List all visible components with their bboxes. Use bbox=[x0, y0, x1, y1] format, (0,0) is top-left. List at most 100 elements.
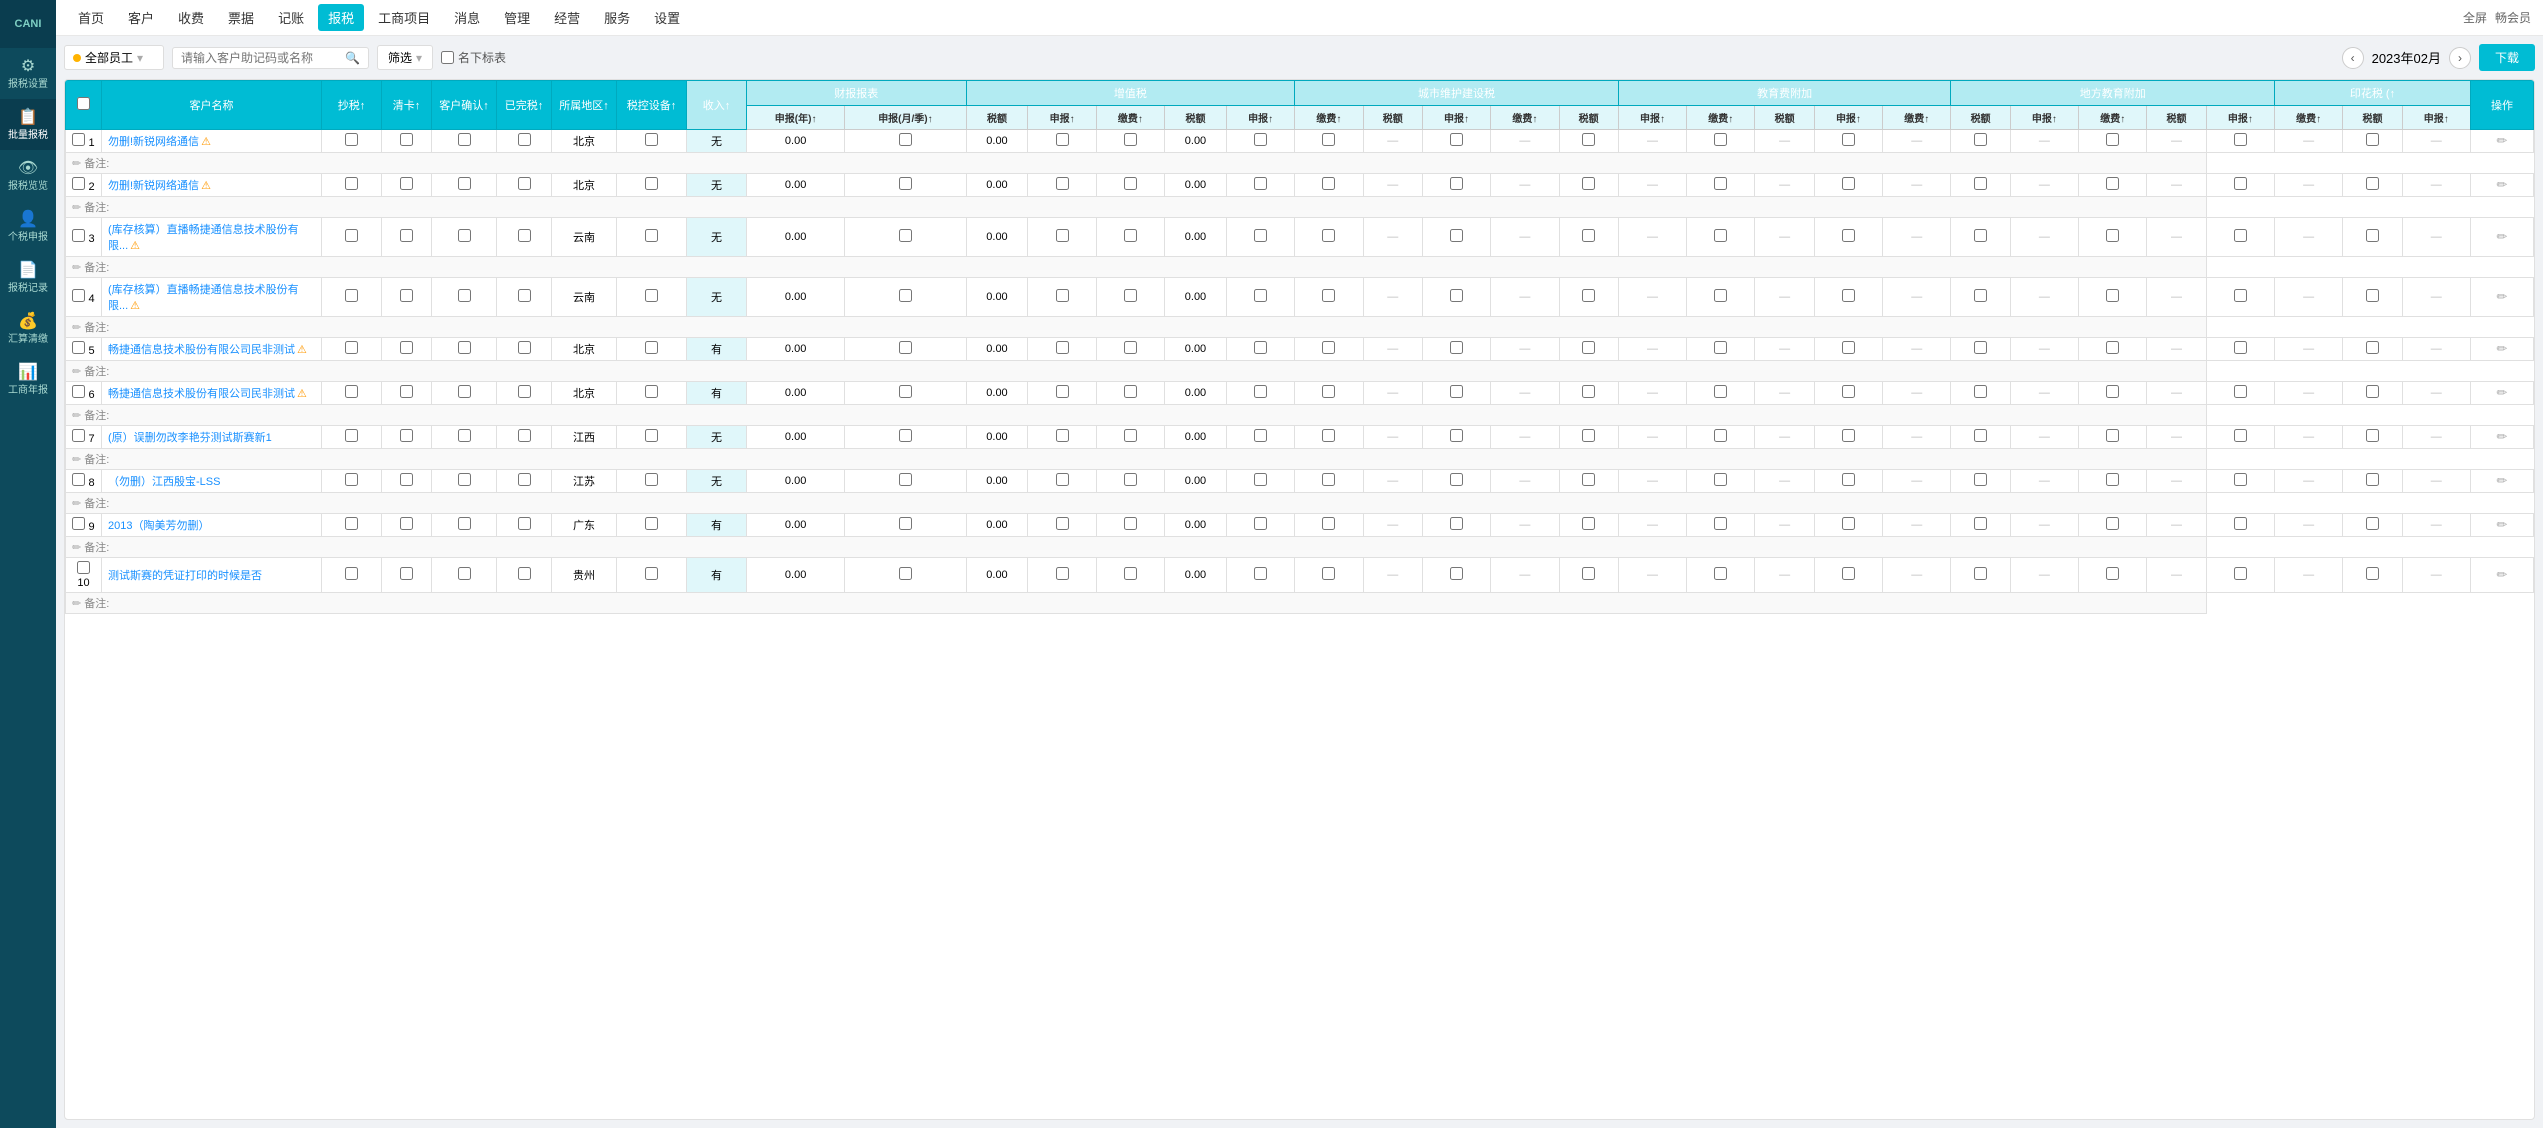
named-check-input[interactable] bbox=[441, 51, 454, 64]
nav-home[interactable]: 首页 bbox=[68, 4, 114, 31]
caiwu-checkbox[interactable] bbox=[899, 177, 912, 190]
misc-checkbox[interactable] bbox=[1450, 177, 1463, 190]
cell-checkbox[interactable] bbox=[345, 567, 358, 580]
misc-checkbox[interactable] bbox=[2366, 229, 2379, 242]
misc-checkbox[interactable] bbox=[1322, 429, 1335, 442]
nav-settings[interactable]: 设置 bbox=[644, 4, 690, 31]
cell-checkbox[interactable] bbox=[458, 473, 471, 486]
misc-checkbox[interactable] bbox=[1714, 517, 1727, 530]
cell-checkbox[interactable] bbox=[345, 341, 358, 354]
cell-checkbox[interactable] bbox=[518, 177, 531, 190]
misc-checkbox[interactable] bbox=[1450, 473, 1463, 486]
misc-checkbox[interactable] bbox=[2366, 177, 2379, 190]
row-checkbox[interactable] bbox=[72, 385, 85, 398]
zengjia-checkbox[interactable] bbox=[1254, 517, 1267, 530]
cell-checkbox[interactable] bbox=[518, 229, 531, 242]
caiwu-checkbox[interactable] bbox=[899, 341, 912, 354]
customer-name[interactable]: (库存核算）直播畅捷通信息技术股份有限...⚠ bbox=[102, 278, 322, 317]
cell-checkbox[interactable] bbox=[518, 385, 531, 398]
zengjia-checkbox[interactable] bbox=[1056, 177, 1069, 190]
caiwu-checkbox[interactable] bbox=[899, 289, 912, 302]
misc-checkbox[interactable] bbox=[1714, 289, 1727, 302]
nav-service[interactable]: 服务 bbox=[594, 4, 640, 31]
misc-checkbox[interactable] bbox=[2106, 229, 2119, 242]
misc-checkbox[interactable] bbox=[1582, 341, 1595, 354]
nav-account[interactable]: 记账 bbox=[268, 4, 314, 31]
zengjia-checkbox[interactable] bbox=[1254, 177, 1267, 190]
named-checkbox[interactable]: 名下标表 bbox=[441, 49, 506, 66]
sidebar-item-lanjie[interactable]: 👁 报税览览 bbox=[0, 150, 56, 201]
vip-btn[interactable]: 畅会员 bbox=[2495, 9, 2531, 26]
misc-checkbox[interactable] bbox=[2366, 517, 2379, 530]
row-checkbox[interactable] bbox=[72, 133, 85, 146]
zengjia-checkbox[interactable] bbox=[1254, 341, 1267, 354]
cell-checkbox[interactable] bbox=[345, 473, 358, 486]
misc-checkbox[interactable] bbox=[1322, 341, 1335, 354]
misc-checkbox[interactable] bbox=[1322, 133, 1335, 146]
cell-checkbox[interactable] bbox=[518, 341, 531, 354]
zengjia-checkbox[interactable] bbox=[1124, 229, 1137, 242]
misc-checkbox[interactable] bbox=[1322, 567, 1335, 580]
zengjia-checkbox[interactable] bbox=[1124, 289, 1137, 302]
misc-checkbox[interactable] bbox=[1974, 429, 1987, 442]
nav-tax[interactable]: 报税 bbox=[318, 4, 364, 31]
next-date-btn[interactable]: › bbox=[2449, 47, 2471, 69]
cell-checkbox[interactable] bbox=[400, 429, 413, 442]
misc-checkbox[interactable] bbox=[1974, 385, 1987, 398]
cell-checkbox[interactable] bbox=[458, 385, 471, 398]
prev-date-btn[interactable]: ‹ bbox=[2342, 47, 2364, 69]
misc-checkbox[interactable] bbox=[2366, 341, 2379, 354]
customer-name[interactable]: 勿删!新锐网络通信⚠ bbox=[102, 130, 322, 153]
misc-checkbox[interactable] bbox=[1450, 133, 1463, 146]
cell-checkbox[interactable] bbox=[458, 177, 471, 190]
edit-icon[interactable]: ✏ bbox=[2497, 341, 2508, 356]
misc-checkbox[interactable] bbox=[2234, 177, 2247, 190]
misc-checkbox[interactable] bbox=[1322, 289, 1335, 302]
sidebar-item-geshuishen[interactable]: 👤 个税申报 bbox=[0, 201, 56, 252]
sidebar-item-jilu[interactable]: 📄 报税记录 bbox=[0, 252, 56, 303]
misc-checkbox[interactable] bbox=[1974, 177, 1987, 190]
cell-checkbox[interactable] bbox=[400, 229, 413, 242]
cell-checkbox[interactable] bbox=[400, 517, 413, 530]
misc-checkbox[interactable] bbox=[1842, 341, 1855, 354]
misc-checkbox[interactable] bbox=[1582, 429, 1595, 442]
misc-checkbox[interactable] bbox=[1322, 177, 1335, 190]
misc-checkbox[interactable] bbox=[1842, 517, 1855, 530]
cell-checkbox[interactable] bbox=[518, 289, 531, 302]
taxequip-checkbox[interactable] bbox=[645, 429, 658, 442]
misc-checkbox[interactable] bbox=[2106, 517, 2119, 530]
edit-icon[interactable]: ✏ bbox=[2497, 473, 2508, 488]
misc-checkbox[interactable] bbox=[2234, 341, 2247, 354]
nav-business2[interactable]: 经营 bbox=[544, 4, 590, 31]
taxequip-checkbox[interactable] bbox=[645, 229, 658, 242]
cell-checkbox[interactable] bbox=[345, 133, 358, 146]
caiwu-checkbox[interactable] bbox=[899, 133, 912, 146]
misc-checkbox[interactable] bbox=[2366, 429, 2379, 442]
zengjia-checkbox[interactable] bbox=[1056, 473, 1069, 486]
zengjia-checkbox[interactable] bbox=[1254, 385, 1267, 398]
zengjia-checkbox[interactable] bbox=[1056, 429, 1069, 442]
nav-charge[interactable]: 收费 bbox=[168, 4, 214, 31]
misc-checkbox[interactable] bbox=[1450, 229, 1463, 242]
misc-checkbox[interactable] bbox=[1450, 517, 1463, 530]
misc-checkbox[interactable] bbox=[1842, 289, 1855, 302]
cell-checkbox[interactable] bbox=[345, 177, 358, 190]
misc-checkbox[interactable] bbox=[1450, 341, 1463, 354]
misc-checkbox[interactable] bbox=[1842, 133, 1855, 146]
zengjia-checkbox[interactable] bbox=[1124, 429, 1137, 442]
zengjia-checkbox[interactable] bbox=[1056, 517, 1069, 530]
misc-checkbox[interactable] bbox=[1974, 567, 1987, 580]
zengjia-checkbox[interactable] bbox=[1056, 385, 1069, 398]
cell-checkbox[interactable] bbox=[400, 133, 413, 146]
zengjia-checkbox[interactable] bbox=[1254, 473, 1267, 486]
misc-checkbox[interactable] bbox=[2106, 429, 2119, 442]
edit-icon[interactable]: ✏ bbox=[2497, 429, 2508, 444]
cell-checkbox[interactable] bbox=[345, 517, 358, 530]
zengjia-checkbox[interactable] bbox=[1254, 229, 1267, 242]
misc-checkbox[interactable] bbox=[1842, 385, 1855, 398]
zengjia-checkbox[interactable] bbox=[1124, 473, 1137, 486]
cell-checkbox[interactable] bbox=[518, 133, 531, 146]
cell-checkbox[interactable] bbox=[458, 289, 471, 302]
misc-checkbox[interactable] bbox=[1842, 567, 1855, 580]
misc-checkbox[interactable] bbox=[2366, 567, 2379, 580]
